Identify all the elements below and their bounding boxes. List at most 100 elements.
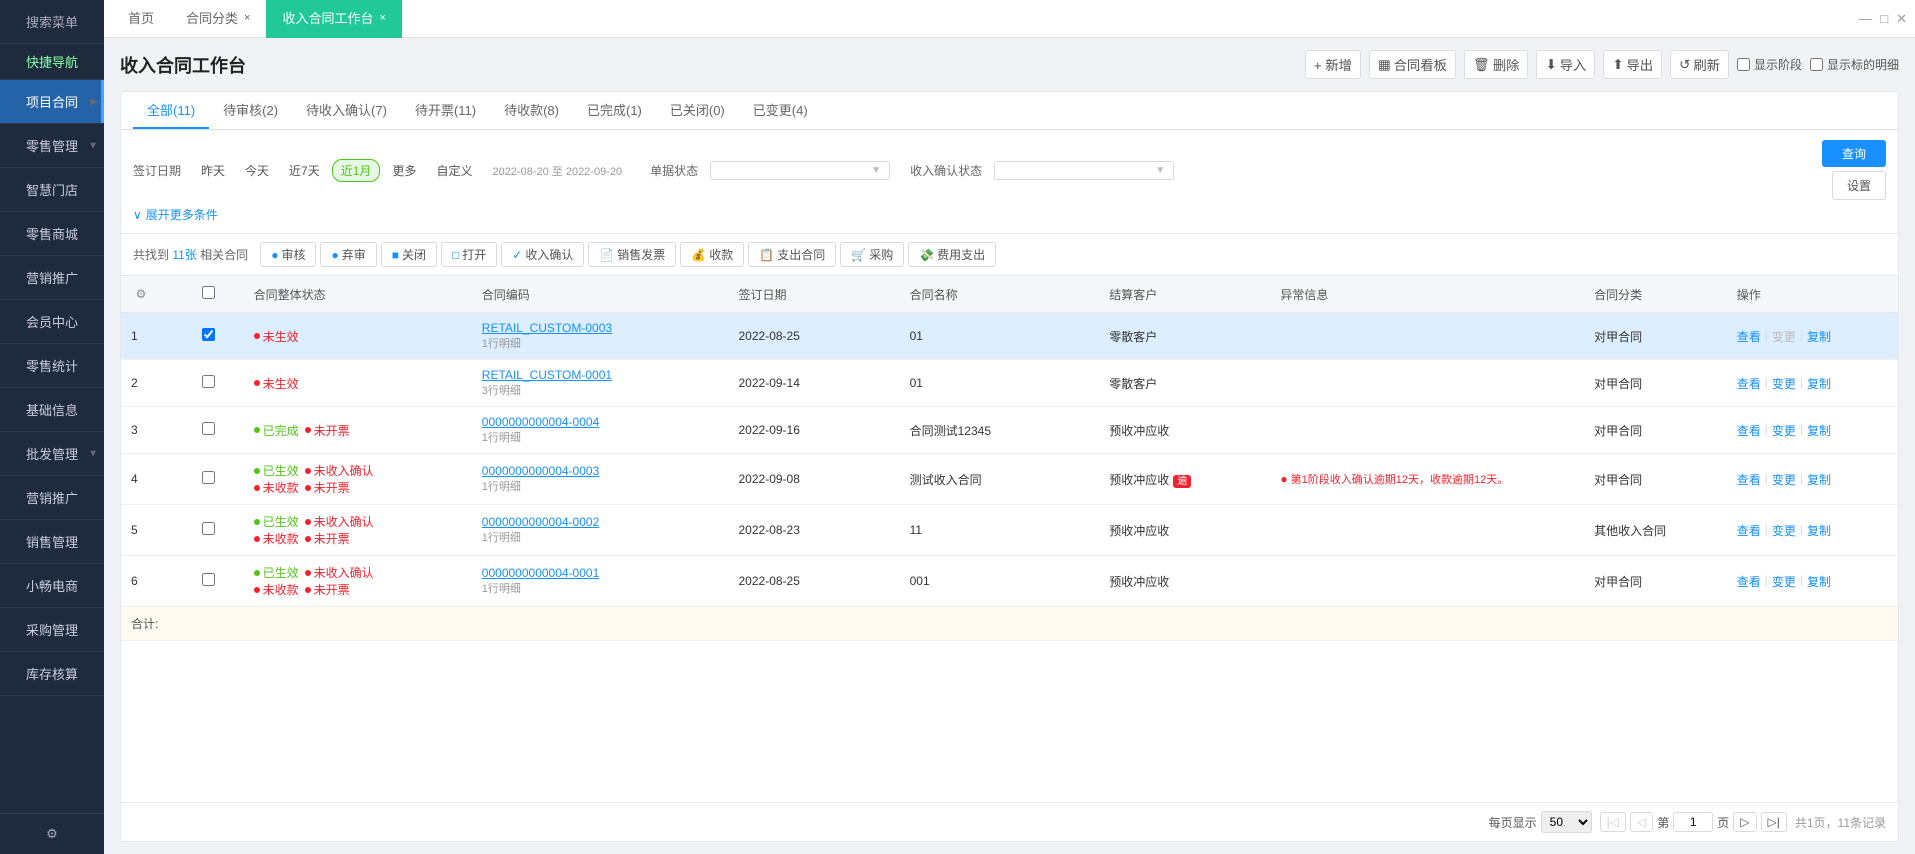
sidebar-item-wholesale[interactable]: 批发管理 ▼ (0, 432, 104, 476)
date-btn-1month[interactable]: 近1月 (332, 159, 381, 182)
show-detail-checkbox[interactable]: 显示标的明细 (1810, 56, 1899, 73)
income-confirm-select[interactable]: ▼ (994, 161, 1174, 180)
sidebar-item-retail-mgmt[interactable]: 零售管理 ▼ (0, 124, 104, 168)
sidebar-search[interactable]: 搜索菜单 (0, 0, 104, 44)
action-copy-btn[interactable]: 复制 (1807, 522, 1831, 539)
date-btn-today[interactable]: 今天 (237, 159, 277, 182)
status-tab-pending-income[interactable]: 待收入确认(7) (292, 92, 401, 129)
status-tab-pending-payment[interactable]: 待收款(8) (490, 92, 573, 129)
close-btn[interactable]: ✕ (1896, 11, 1907, 27)
last-page-btn[interactable]: ▷| (1761, 812, 1787, 832)
row-checkbox[interactable] (202, 522, 215, 535)
col-checkbox[interactable] (192, 276, 243, 313)
sidebar-item-purchase[interactable]: 采购管理 (0, 608, 104, 652)
expand-filter-btn[interactable]: ∨ 展开更多条件 (133, 206, 1886, 223)
status-tab-pending-review[interactable]: 待审核(2) (209, 92, 292, 129)
status-tab-changed[interactable]: 已变更(4) (739, 92, 822, 129)
maximize-btn[interactable]: □ (1880, 11, 1888, 27)
action-view-btn[interactable]: 查看 (1737, 573, 1761, 590)
import-button[interactable]: ⬇ 导入 (1536, 50, 1595, 79)
set-button[interactable]: 设置 (1832, 171, 1886, 200)
action-change-btn[interactable]: 变更 (1772, 471, 1796, 488)
page-size-select[interactable]: 50 100 (1541, 811, 1592, 833)
status-tab-closed[interactable]: 已关闭(0) (656, 92, 739, 129)
action-view-btn[interactable]: 查看 (1737, 375, 1761, 392)
action-copy-btn[interactable]: 复制 (1807, 422, 1831, 439)
action-copy-btn[interactable]: 复制 (1807, 573, 1831, 590)
action-change-btn[interactable]: 变更 (1772, 573, 1796, 590)
contract-code-link[interactable]: RETAIL_CUSTOM-0001 (482, 368, 719, 382)
action-copy-btn[interactable]: 复制 (1807, 328, 1831, 345)
sidebar-item-marketing2[interactable]: 营销推广 (0, 476, 104, 520)
toolbar-open-btn[interactable]: □ 打开 (441, 242, 497, 267)
contract-code-link[interactable]: 0000000000004-0004 (482, 415, 719, 429)
action-view-btn[interactable]: 查看 (1737, 422, 1761, 439)
status-tab-completed[interactable]: 已完成(1) (573, 92, 656, 129)
action-copy-btn[interactable]: 复制 (1807, 471, 1831, 488)
toolbar-review-btn[interactable]: ● 审核 (260, 242, 316, 267)
tab-income-workbench-close[interactable]: × (379, 12, 385, 24)
tab-income-workbench[interactable]: 收入合同工作台 × (266, 0, 401, 38)
action-view-btn[interactable]: 查看 (1737, 522, 1761, 539)
refresh-button[interactable]: ↺ 刷新 (1670, 50, 1729, 79)
date-btn-custom[interactable]: 自定义 (428, 159, 480, 182)
row-checkbox[interactable] (202, 328, 215, 341)
page-size-selector[interactable]: 每页显示 50 100 (1489, 811, 1592, 833)
action-view-btn[interactable]: 查看 (1737, 328, 1761, 345)
contract-code-link[interactable]: RETAIL_CUSTOM-0003 (482, 321, 719, 335)
sidebar-item-inventory[interactable]: 库存核算 (0, 652, 104, 696)
contract-code-link[interactable]: 0000000000004-0002 (482, 515, 719, 529)
sidebar-item-marketing[interactable]: 营销推广 (0, 256, 104, 300)
date-btn-7days[interactable]: 近7天 (281, 159, 328, 182)
new-button[interactable]: + 新增 (1305, 50, 1361, 79)
sidebar-item-retail-commerce[interactable]: 零售商城 (0, 212, 104, 256)
toolbar-expense-contract-btn[interactable]: 📋 支出合同 (748, 242, 836, 267)
sidebar-item-smart-store[interactable]: 智慧门店 (0, 168, 104, 212)
row-checkbox[interactable] (202, 375, 215, 388)
action-change-btn[interactable]: 变更 (1772, 328, 1796, 345)
tab-contract-category-close[interactable]: × (244, 12, 250, 24)
row-checkbox[interactable] (202, 471, 215, 484)
first-page-btn[interactable]: |◁ (1600, 812, 1626, 832)
row-checkbox[interactable] (202, 422, 215, 435)
page-input[interactable] (1673, 812, 1713, 832)
toolbar-close-btn[interactable]: ■ 关闭 (381, 242, 437, 267)
contract-code-link[interactable]: 0000000000004-0001 (482, 566, 719, 580)
sidebar-settings[interactable]: ⚙ (0, 813, 104, 854)
tab-home[interactable]: 首页 (112, 0, 170, 38)
row-checkbox[interactable] (202, 573, 215, 586)
show-segment-checkbox[interactable]: 显示阶段 (1737, 56, 1802, 73)
contract-code-link[interactable]: 0000000000004-0003 (482, 464, 719, 478)
prev-page-btn[interactable]: ◁ (1630, 812, 1653, 832)
action-view-btn[interactable]: 查看 (1737, 471, 1761, 488)
toolbar-income-confirm-btn[interactable]: ✓ 收入确认 (501, 242, 584, 267)
action-copy-btn[interactable]: 复制 (1807, 375, 1831, 392)
toolbar-abandon-btn[interactable]: ● 弃审 (320, 242, 376, 267)
action-change-btn[interactable]: 变更 (1772, 522, 1796, 539)
sidebar-item-sales-mgmt[interactable]: 销售管理 (0, 520, 104, 564)
sidebar-item-basic-info[interactable]: 基础信息 (0, 388, 104, 432)
doc-status-select[interactable]: ▼ (710, 161, 890, 180)
status-tab-all[interactable]: 全部(11) (133, 92, 209, 129)
action-change-btn[interactable]: 变更 (1772, 375, 1796, 392)
col-settings[interactable]: ⚙ (121, 276, 192, 313)
next-page-btn[interactable]: ▷ (1733, 812, 1756, 832)
minimize-btn[interactable]: — (1859, 11, 1872, 27)
toolbar-payment-btn[interactable]: 💰 收款 (680, 242, 744, 267)
settings-icon[interactable]: ⚙ (131, 284, 151, 304)
contract-board-button[interactable]: ▦ 合同看板 (1369, 50, 1456, 79)
query-button[interactable]: 查询 (1822, 140, 1886, 167)
sidebar-item-xiaowei[interactable]: 小畅电商 (0, 564, 104, 608)
sidebar-item-member[interactable]: 会员中心 (0, 300, 104, 344)
date-btn-more[interactable]: 更多 (384, 159, 424, 182)
delete-button[interactable]: 🗑 删除 (1464, 50, 1529, 79)
select-all-checkbox[interactable] (202, 286, 215, 299)
toolbar-purchase-btn[interactable]: 🛒 采购 (840, 242, 904, 267)
date-btn-yesterday[interactable]: 昨天 (193, 159, 233, 182)
sidebar-item-project[interactable]: 项目合同 ▶ (0, 80, 104, 124)
action-change-btn[interactable]: 变更 (1772, 422, 1796, 439)
toolbar-invoice-btn[interactable]: 📄 销售发票 (588, 242, 676, 267)
sidebar-nav[interactable]: 快捷导航 (0, 44, 104, 80)
export-button[interactable]: ⬆ 导出 (1603, 50, 1662, 79)
toolbar-expense-btn[interactable]: 💸 费用支出 (908, 242, 996, 267)
